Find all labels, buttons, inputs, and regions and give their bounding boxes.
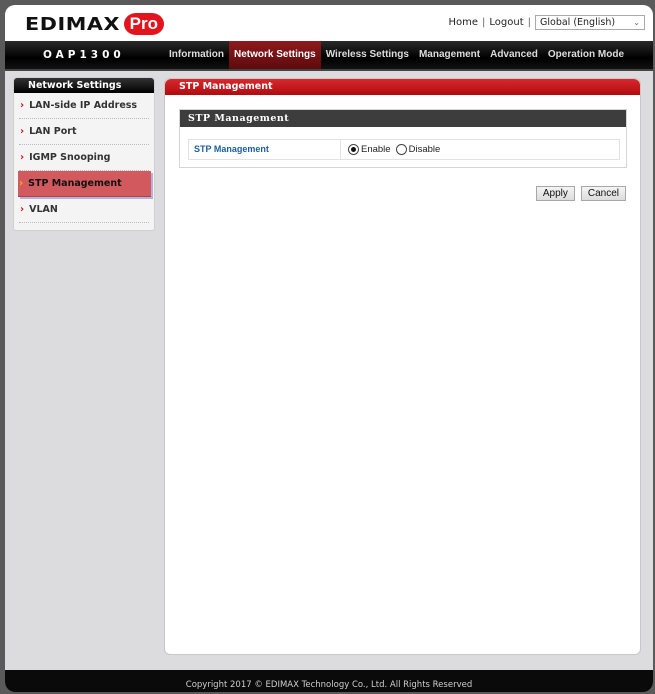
- apply-button[interactable]: Apply: [535, 186, 575, 201]
- sidebar-item-label: VLAN: [29, 204, 58, 215]
- sidebar-title: Network Settings: [14, 78, 154, 93]
- top-links: Home | Logout | Global (English) ⌄: [448, 15, 645, 30]
- sidebar-item-igmp-snooping[interactable]: › IGMP Snooping: [19, 145, 149, 171]
- sidebar-item-lan-side-ip-address[interactable]: › LAN-side IP Address: [19, 93, 149, 119]
- sidebar-item-vlan[interactable]: › VLAN: [19, 197, 149, 223]
- nav-tab-information[interactable]: Information: [164, 41, 229, 69]
- logout-link[interactable]: Logout: [489, 17, 523, 28]
- sidebar-item-lan-port[interactable]: › LAN Port: [19, 119, 149, 145]
- router-admin-window: EDIMAX Pro Home | Logout | Global (Engli…: [5, 5, 653, 692]
- page-title: STP Management: [165, 79, 640, 95]
- edimax-pro-logo: EDIMAX Pro: [25, 11, 164, 37]
- model-name: OAP1300: [43, 49, 125, 61]
- nav-tab-management[interactable]: Management: [414, 41, 485, 69]
- sidebar-item-stp-management[interactable]: › STP Management: [18, 171, 151, 197]
- sidebar-item-label: LAN Port: [29, 126, 77, 137]
- home-link[interactable]: Home: [448, 17, 478, 28]
- header: EDIMAX Pro Home | Logout | Global (Engli…: [5, 5, 653, 41]
- brand-name: EDIMAX: [25, 13, 121, 35]
- sidebar-item-label: LAN-side IP Address: [29, 100, 138, 111]
- content-area: STP Management STP Management STP Manage…: [164, 78, 641, 655]
- disable-radio-label[interactable]: Disable: [409, 144, 441, 155]
- separator: |: [482, 17, 486, 28]
- panel-title: STP Management: [180, 110, 626, 127]
- chevron-down-icon: ⌄: [633, 18, 640, 27]
- nav-tab-wireless-settings[interactable]: Wireless Settings: [321, 41, 414, 69]
- enable-radio[interactable]: [348, 144, 359, 155]
- stp-setting-row: STP Management Enable Disable: [188, 139, 620, 160]
- form-actions: Apply Cancel: [535, 186, 626, 201]
- separator: |: [527, 17, 531, 28]
- footer: Copyright 2017 © EDIMAX Technology Co., …: [5, 670, 653, 692]
- stp-panel: STP Management STP Management Enable Dis…: [179, 109, 627, 168]
- chevron-right-icon: ›: [19, 178, 24, 189]
- nav-tab-advanced[interactable]: Advanced: [485, 41, 543, 69]
- cancel-button[interactable]: Cancel: [580, 186, 626, 201]
- chevron-right-icon: ›: [20, 204, 25, 215]
- chevron-right-icon: ›: [20, 152, 25, 163]
- language-selected: Global (English): [540, 17, 616, 28]
- disable-radio[interactable]: [395, 144, 407, 155]
- nav-tab-operation-mode[interactable]: Operation Mode: [543, 41, 629, 69]
- main-navbar: OAP1300 Information Network Settings Wir…: [5, 41, 653, 71]
- chevron-right-icon: ›: [20, 100, 25, 111]
- sidebar-item-label: IGMP Snooping: [29, 152, 111, 163]
- chevron-right-icon: ›: [20, 126, 25, 137]
- nav-tabs: Information Network Settings Wireless Se…: [164, 41, 629, 69]
- enable-radio-label[interactable]: Enable: [361, 144, 391, 155]
- language-select[interactable]: Global (English) ⌄: [535, 15, 645, 30]
- nav-tab-network-settings[interactable]: Network Settings: [229, 41, 321, 69]
- sidebar-item-label: STP Management: [28, 178, 122, 189]
- stp-field-label: STP Management: [189, 140, 341, 159]
- sidebar: Network Settings › LAN-side IP Address ›…: [13, 77, 155, 231]
- brand-suffix: Pro: [123, 13, 164, 35]
- stp-radio-group: Enable Disable: [341, 144, 445, 155]
